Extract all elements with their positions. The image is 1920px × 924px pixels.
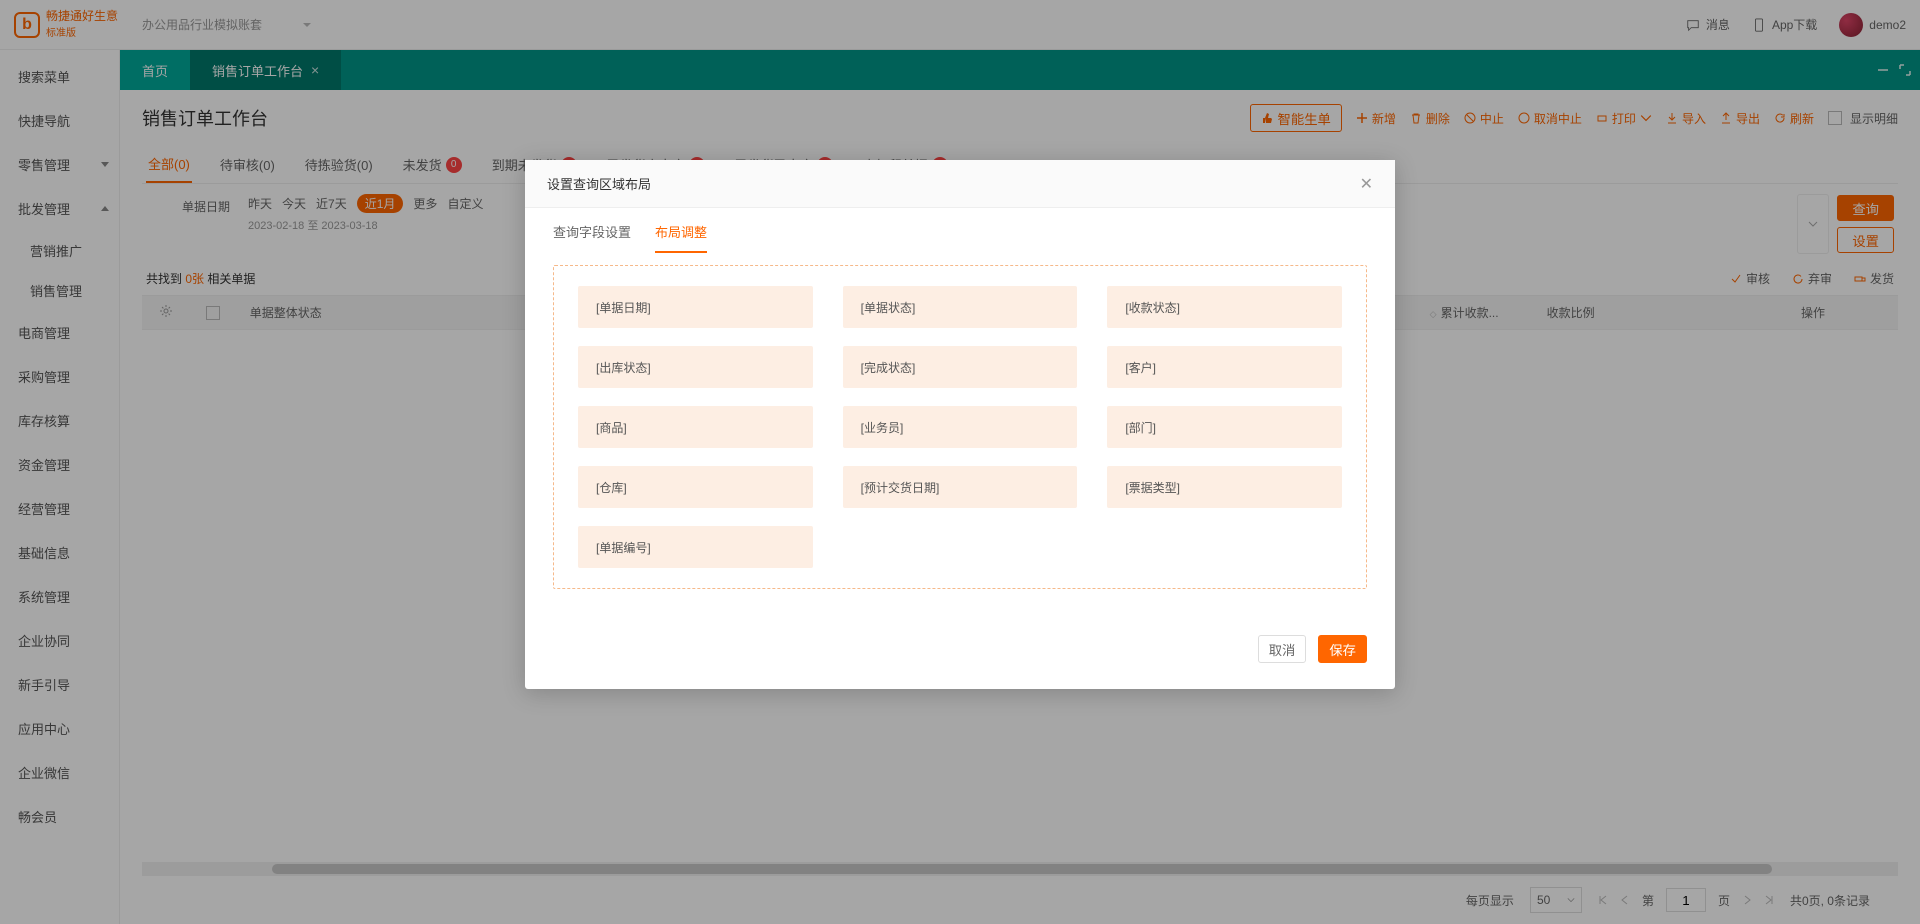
field-chip[interactable]: [票据类型] — [1107, 466, 1342, 508]
field-chip[interactable]: [仓库] — [578, 466, 813, 508]
dialog-title: 设置查询区域布局 — [547, 174, 651, 193]
field-chip[interactable]: [单据状态] — [843, 286, 1078, 328]
field-chip[interactable]: [收款状态] — [1107, 286, 1342, 328]
dialog-cancel-button[interactable]: 取消 — [1258, 635, 1307, 663]
field-chip[interactable]: [出库状态] — [578, 346, 813, 388]
field-chip[interactable]: [业务员] — [843, 406, 1078, 448]
dialog-save-button[interactable]: 保存 — [1318, 635, 1367, 663]
layout-drop-area[interactable]: [单据日期] [单据状态] [收款状态] [出库状态] [完成状态] [客户] … — [553, 265, 1367, 589]
field-chip[interactable]: [部门] — [1107, 406, 1342, 448]
field-chip[interactable]: [单据日期] — [578, 286, 813, 328]
dialog-close-button[interactable]: ✕ — [1360, 174, 1373, 194]
dialog-tab-fields[interactable]: 查询字段设置 — [553, 222, 631, 253]
field-chip[interactable]: [完成状态] — [843, 346, 1078, 388]
field-chip[interactable]: [预计交货日期] — [843, 466, 1078, 508]
field-chip[interactable]: [单据编号] — [578, 526, 813, 568]
layout-settings-dialog: 设置查询区域布局 ✕ 查询字段设置 布局调整 [单据日期] [单据状态] [收款… — [525, 160, 1395, 689]
field-chip[interactable]: [商品] — [578, 406, 813, 448]
field-chip[interactable]: [客户] — [1107, 346, 1342, 388]
dialog-tab-layout[interactable]: 布局调整 — [655, 222, 707, 253]
